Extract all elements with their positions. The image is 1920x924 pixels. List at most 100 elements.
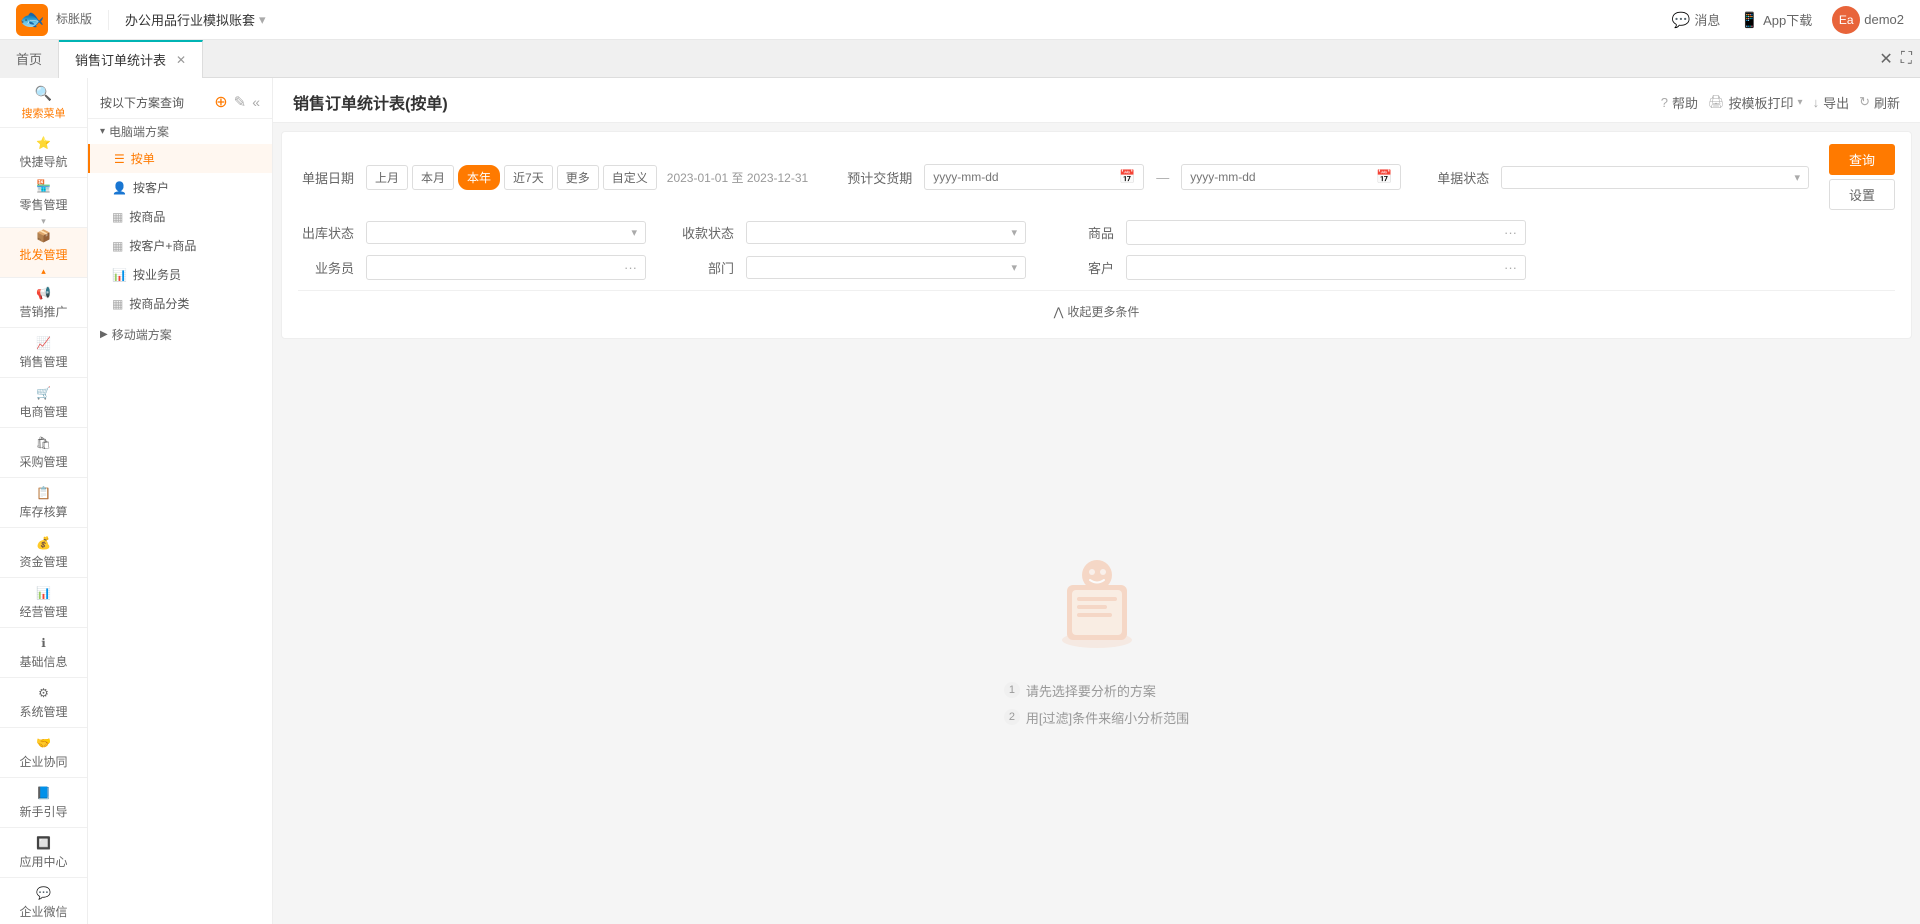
- wholesale-icon: 📦: [36, 229, 51, 243]
- department-select[interactable]: ▾: [746, 256, 1026, 279]
- user-name: demo2: [1864, 12, 1904, 27]
- avatar: Ea: [1832, 6, 1860, 34]
- search-button[interactable]: 查询: [1829, 144, 1895, 175]
- section-mobile-arrow: ▶: [100, 329, 108, 340]
- sidebar-item-wechat[interactable]: 💬 企业微信: [0, 878, 87, 924]
- wechat-label: 企业微信: [19, 903, 67, 920]
- section-pc[interactable]: ▾ 电脑端方案: [88, 119, 272, 144]
- main-layout: 🔍 搜索菜单 ⭐ 快捷导航 🏪 零售管理 ▾ 📦 批发管理 ▴ 📢 营销推广 📈…: [0, 78, 1920, 924]
- topbar-left: 🐟 标胀版 办公用品行业模拟账套 ▾: [16, 4, 266, 36]
- wholesale-arrow: ▴: [41, 266, 46, 277]
- collapse-up-icon: ⋀: [1054, 305, 1064, 319]
- close-window-button[interactable]: ✕: [1879, 49, 1892, 69]
- sidebar-item-basic-info[interactable]: ℹ 基础信息: [0, 628, 87, 678]
- sidebar-item-wholesale[interactable]: 📦 批发管理 ▴: [0, 228, 87, 278]
- inventory-icon: 📋: [36, 486, 51, 500]
- export-label: 导出: [1823, 93, 1849, 112]
- operations-label: 经营管理: [19, 603, 67, 620]
- message-button[interactable]: 💬 消息: [1672, 10, 1721, 29]
- sidebar-item-inventory[interactable]: 📋 库存核算: [0, 478, 87, 528]
- salesperson-more-icon[interactable]: ···: [624, 260, 637, 275]
- template-print-button[interactable]: 🖨 按模板打印 ▾: [1708, 93, 1803, 112]
- app-download-label: App下载: [1763, 10, 1812, 29]
- sidebar-item-operations[interactable]: 📊 经营管理: [0, 578, 87, 628]
- date-btn-more[interactable]: 更多: [557, 165, 599, 190]
- by-product-category-icon: ▦: [112, 297, 123, 311]
- expected-date-label: 预计交货期: [840, 168, 912, 187]
- expected-date-start[interactable]: 📅: [924, 164, 1144, 190]
- customer-more-icon[interactable]: ···: [1504, 260, 1517, 275]
- section-pc-label: 电脑端方案: [109, 123, 169, 140]
- finance-label: 资金管理: [19, 553, 67, 570]
- sidebar-item-sales-mgmt[interactable]: 📈 销售管理: [0, 328, 87, 378]
- sidebar-item-marketing[interactable]: 📢 营销推广: [0, 278, 87, 328]
- quick-nav-label: 快捷导航: [19, 153, 67, 170]
- workspace-selector[interactable]: 办公用品行业模拟账套 ▾: [125, 10, 266, 29]
- date-btn-7days[interactable]: 近7天: [504, 165, 553, 190]
- expected-date-end-input[interactable]: [1190, 170, 1376, 184]
- date-label: 单据日期: [298, 168, 354, 187]
- sales-mgmt-icon: 📈: [36, 336, 51, 350]
- sales-mgmt-label: 销售管理: [19, 353, 67, 370]
- marketing-label: 营销推广: [19, 303, 67, 320]
- date-btn-this-year[interactable]: 本年: [458, 165, 500, 190]
- section-mobile[interactable]: ▶ 移动端方案: [88, 322, 272, 347]
- tab-sales-order-stat[interactable]: 销售订单统计表 ✕: [59, 40, 203, 78]
- export-button[interactable]: ↓ 导出: [1813, 93, 1850, 112]
- help-label: 帮助: [1672, 93, 1698, 112]
- receipt-select[interactable]: ▾: [746, 221, 1026, 244]
- product-select[interactable]: ···: [1126, 220, 1526, 245]
- sidebar-item-system[interactable]: ⚙ 系统管理: [0, 678, 87, 728]
- menu-item-by-customer[interactable]: 👤 按客户: [88, 173, 272, 202]
- menu-item-by-customer-product[interactable]: ▦ 按客户+商品: [88, 231, 272, 260]
- section-mobile-label: 移动端方案: [112, 326, 172, 343]
- calendar-end-icon[interactable]: 📅: [1376, 169, 1392, 185]
- sidebar-item-app-center[interactable]: 🔲 应用中心: [0, 828, 87, 878]
- add-scheme-button[interactable]: ⊕: [214, 92, 227, 112]
- menu-item-by-product-category[interactable]: ▦ 按商品分类: [88, 289, 272, 318]
- tab-close-icon[interactable]: ✕: [176, 53, 186, 67]
- sidebar-item-quick-nav[interactable]: ⭐ 快捷导航: [0, 128, 87, 178]
- sidebar-item-purchase[interactable]: 🛍 采购管理: [0, 428, 87, 478]
- status-select[interactable]: ▾: [1501, 166, 1809, 189]
- status-label: 单据状态: [1433, 168, 1489, 187]
- retail-icon: 🏪: [36, 179, 51, 193]
- calendar-start-icon[interactable]: 📅: [1119, 169, 1135, 185]
- edit-scheme-button[interactable]: ✎: [234, 93, 247, 111]
- customer-select[interactable]: ···: [1126, 255, 1526, 280]
- tip-num-2: 2: [1004, 709, 1020, 725]
- user-menu[interactable]: Ea demo2: [1832, 6, 1904, 34]
- menu-item-by-order[interactable]: ☰ 按单: [88, 144, 272, 173]
- page-title: 销售订单统计表(按单): [293, 90, 448, 114]
- sidebar-item-search-menu[interactable]: 🔍 搜索菜单: [0, 78, 87, 128]
- salesperson-select[interactable]: ···: [366, 255, 646, 280]
- set-button[interactable]: 设置: [1829, 179, 1895, 210]
- expected-date-end[interactable]: 📅: [1181, 164, 1401, 190]
- menu-item-by-salesperson[interactable]: 📊 按业务员: [88, 260, 272, 289]
- fullscreen-button[interactable]: ⛶: [1901, 49, 1912, 69]
- expected-date-start-input[interactable]: [933, 170, 1119, 184]
- collapse-filter-button[interactable]: ⋀ 收起更多条件: [298, 297, 1895, 326]
- finance-icon: 💰: [36, 536, 51, 550]
- menu-item-by-product[interactable]: ▦ 按商品: [88, 202, 272, 231]
- sidebar-item-finance[interactable]: 💰 资金管理: [0, 528, 87, 578]
- basic-info-icon: ℹ: [41, 636, 46, 650]
- basic-info-label: 基础信息: [19, 653, 67, 670]
- outbound-select[interactable]: ▾: [366, 221, 646, 244]
- customer-label: 客户: [1058, 258, 1114, 277]
- date-btn-this-month[interactable]: 本月: [412, 165, 454, 190]
- retail-arrow: ▾: [41, 216, 46, 227]
- date-btn-custom[interactable]: 自定义: [603, 165, 657, 190]
- collapse-panel-button[interactable]: «: [252, 94, 260, 110]
- date-separator: —: [1156, 170, 1169, 185]
- sidebar-item-enterprise[interactable]: 🤝 企业协同: [0, 728, 87, 778]
- help-button[interactable]: ? 帮助: [1661, 93, 1698, 112]
- tab-home[interactable]: 首页: [0, 40, 59, 78]
- product-more-icon[interactable]: ···: [1504, 225, 1517, 240]
- app-download-button[interactable]: 📱 App下载: [1740, 10, 1812, 29]
- date-btn-last-month[interactable]: 上月: [366, 165, 408, 190]
- sidebar-item-ecommerce[interactable]: 🛒 电商管理: [0, 378, 87, 428]
- sidebar-item-new-user[interactable]: 📘 新手引导: [0, 778, 87, 828]
- sidebar-item-retail[interactable]: 🏪 零售管理 ▾: [0, 178, 87, 228]
- refresh-button[interactable]: ↻ 刷新: [1859, 93, 1900, 112]
